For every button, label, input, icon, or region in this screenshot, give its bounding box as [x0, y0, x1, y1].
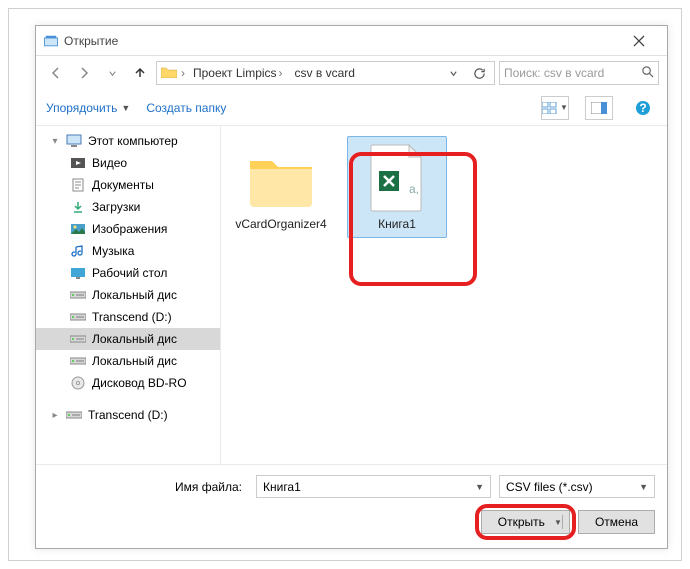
- chevron-down-icon[interactable]: ▼: [475, 482, 484, 492]
- cancel-button[interactable]: Отмена: [578, 510, 655, 534]
- tree-item-label: Локальный дис: [92, 354, 177, 368]
- tree-item-label: Дисковод BD-RO: [92, 376, 187, 390]
- view-options-button[interactable]: ▼: [541, 96, 569, 120]
- tree-item[interactable]: Дисковод BD-RO: [36, 372, 220, 394]
- dialog-footer: Имя файла: Книга1 ▼ CSV files (*.csv) ▼ …: [36, 464, 667, 548]
- filetype-filter[interactable]: CSV files (*.csv) ▼: [499, 475, 655, 498]
- search-icon: [641, 65, 654, 81]
- hdd-icon: [66, 408, 82, 422]
- hdd-icon: [70, 332, 86, 346]
- music-icon: [70, 244, 86, 258]
- refresh-button[interactable]: [468, 62, 490, 84]
- svg-text:a,: a,: [409, 182, 419, 196]
- up-button[interactable]: [128, 61, 152, 85]
- toolbar: Упорядочить ▼ Создать папку ▼ ?: [36, 90, 667, 126]
- file-item[interactable]: a, Книга1: [347, 136, 447, 238]
- open-file-dialog: Открытие › Проект Limpics› csv в vcard П…: [35, 25, 668, 549]
- chevron-right-icon: ›: [181, 66, 185, 80]
- breadcrumb-segment[interactable]: Проект Limpics›: [189, 66, 287, 80]
- tree-item-label: Локальный дис: [92, 288, 177, 302]
- app-icon: [44, 35, 58, 47]
- tree-item[interactable]: ▸Transcend (D:): [36, 404, 220, 426]
- nav-row: › Проект Limpics› csv в vcard Поиск: csv…: [36, 56, 667, 90]
- nav-tree[interactable]: ▾Этот компьютер Видео Документы Загрузки Изо…: [36, 126, 221, 464]
- address-dropdown-icon[interactable]: [442, 62, 464, 84]
- tree-item[interactable]: Музыка: [36, 240, 220, 262]
- tree-item[interactable]: Рабочий стол: [36, 262, 220, 284]
- open-button[interactable]: Открыть ▼: [481, 510, 570, 534]
- video-icon: [70, 156, 86, 170]
- csv-file-icon: a,: [359, 143, 435, 213]
- filename-input[interactable]: Книга1 ▼: [256, 475, 491, 498]
- down-icon: [70, 200, 86, 214]
- tree-item-label: Видео: [92, 156, 127, 170]
- file-pane[interactable]: vCardOrganizer4 a, Книга1: [221, 126, 667, 464]
- tree-item[interactable]: ▾Этот компьютер: [36, 130, 220, 152]
- img-icon: [70, 222, 86, 236]
- folder-icon: [161, 66, 177, 81]
- search-input[interactable]: Поиск: csv в vcard: [499, 61, 659, 85]
- back-button[interactable]: [44, 61, 68, 85]
- tree-item[interactable]: Локальный дис: [36, 328, 220, 350]
- pc-icon: [66, 134, 82, 148]
- tree-item-label: Изображения: [92, 222, 167, 236]
- new-folder-button[interactable]: Создать папку: [146, 101, 226, 115]
- tree-item-label: Музыка: [92, 244, 134, 258]
- svg-text:?: ?: [639, 101, 646, 115]
- window-title: Открытие: [64, 34, 619, 48]
- tree-item[interactable]: Видео: [36, 152, 220, 174]
- chevron-down-icon[interactable]: ▼: [639, 482, 648, 492]
- chevron-down-icon: ▼: [121, 103, 130, 113]
- tree-item[interactable]: Transcend (D:): [36, 306, 220, 328]
- docs-icon: [70, 178, 86, 192]
- tree-item[interactable]: Документы: [36, 174, 220, 196]
- hdd-icon: [70, 288, 86, 302]
- cd-icon: [70, 376, 86, 390]
- titlebar: Открытие: [36, 26, 667, 56]
- open-split-dropdown[interactable]: ▼: [549, 511, 567, 533]
- desk-icon: [70, 266, 86, 280]
- file-item[interactable]: vCardOrganizer4: [231, 136, 331, 238]
- organize-button[interactable]: Упорядочить ▼: [46, 101, 130, 115]
- search-placeholder: Поиск: csv в vcard: [504, 66, 637, 80]
- recent-button[interactable]: [100, 61, 124, 85]
- tree-item-label: Рабочий стол: [92, 266, 167, 280]
- tree-item[interactable]: Локальный дис: [36, 284, 220, 306]
- tree-item-label: Локальный дис: [92, 332, 177, 346]
- tree-item-label: Документы: [92, 178, 154, 192]
- hdd-icon: [70, 354, 86, 368]
- tree-item-label: Загрузки: [92, 200, 140, 214]
- hdd-icon: [70, 310, 86, 324]
- tree-item[interactable]: Загрузки: [36, 196, 220, 218]
- help-button[interactable]: ?: [629, 96, 657, 120]
- address-bar[interactable]: › Проект Limpics› csv в vcard: [156, 61, 495, 85]
- tree-item[interactable]: Изображения: [36, 218, 220, 240]
- tree-item-label: Этот компьютер: [88, 134, 178, 148]
- tree-item[interactable]: Локальный дис: [36, 350, 220, 372]
- close-button[interactable]: [619, 27, 659, 55]
- file-item-label: vCardOrganizer4: [235, 217, 326, 231]
- file-item-label: Книга1: [378, 217, 416, 231]
- forward-button[interactable]: [72, 61, 96, 85]
- preview-pane-button[interactable]: [585, 96, 613, 120]
- tree-item-label: Transcend (D:): [88, 408, 168, 422]
- tree-item-label: Transcend (D:): [92, 310, 172, 324]
- folder-icon: [243, 143, 319, 213]
- filename-label: Имя файла:: [48, 480, 248, 494]
- breadcrumb-segment[interactable]: csv в vcard: [291, 66, 359, 80]
